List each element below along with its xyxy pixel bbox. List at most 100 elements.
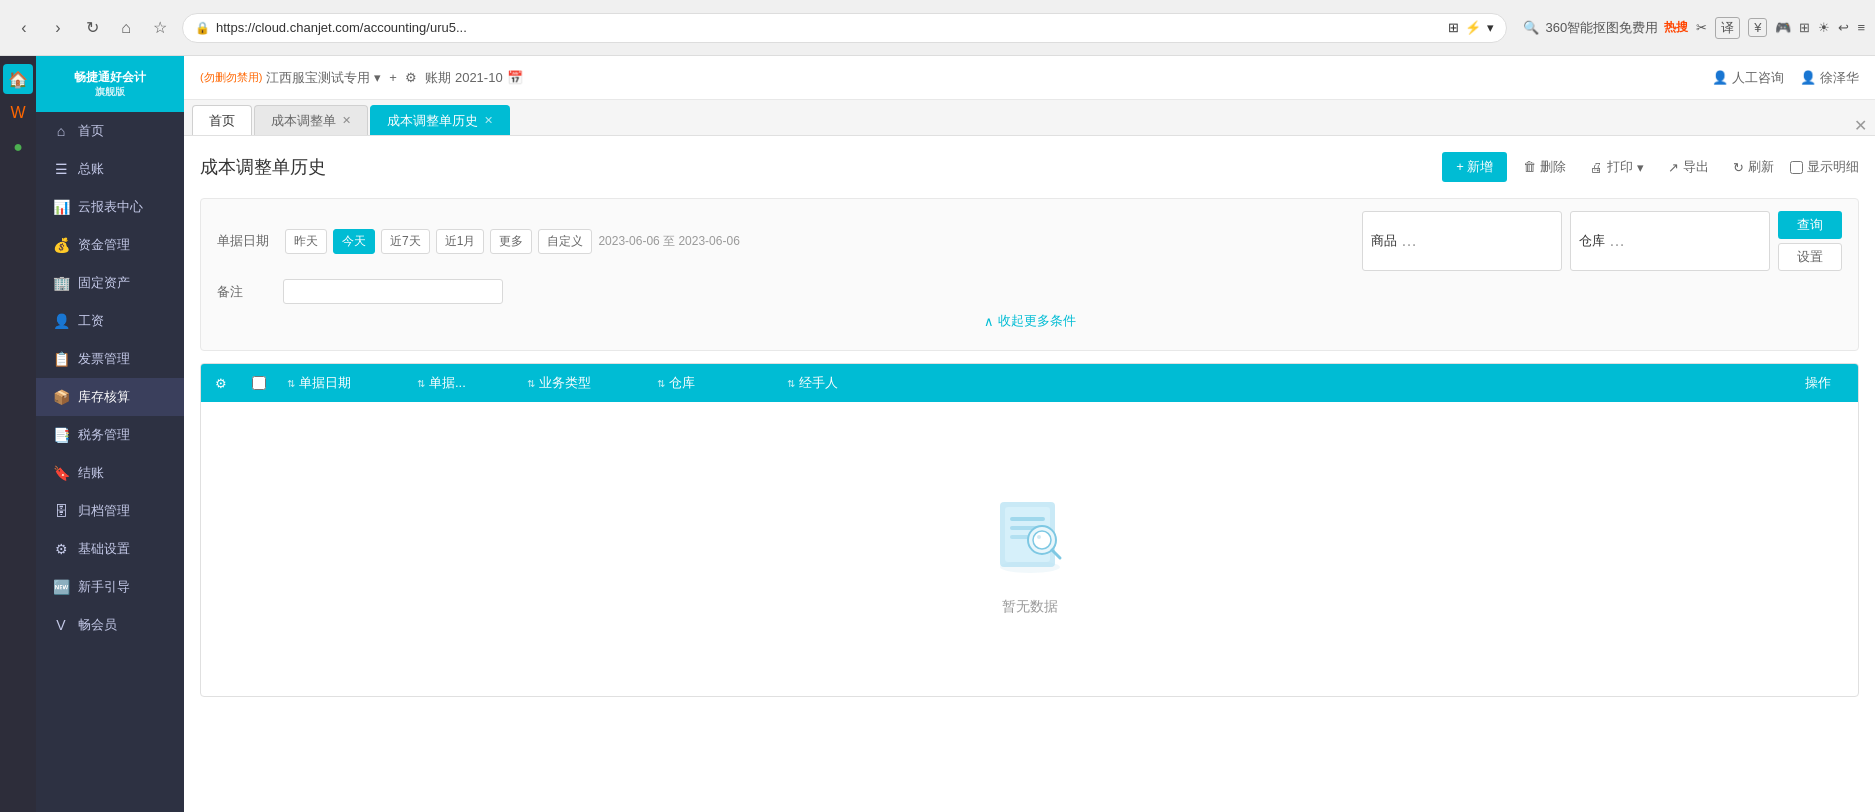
th-biz-type[interactable]: ⇅ 业务类型 bbox=[517, 364, 647, 402]
remark-label: 备注 bbox=[217, 283, 267, 301]
tab-close-all[interactable]: ✕ bbox=[1854, 116, 1867, 135]
sidebar-item-closing[interactable]: 🔖 结账 bbox=[36, 454, 184, 492]
display-toggle[interactable]: 显示明细 bbox=[1790, 158, 1859, 176]
display-toggle-checkbox[interactable] bbox=[1790, 161, 1803, 174]
cut-tool[interactable]: ✂ bbox=[1696, 20, 1707, 35]
browser-ext-icon[interactable]: ⊞ bbox=[1448, 20, 1459, 35]
sidebar-item-guide[interactable]: 🆕 新手引导 bbox=[36, 568, 184, 606]
sidebar-item-funds[interactable]: 💰 资金管理 bbox=[36, 226, 184, 264]
theme-tool[interactable]: ☀ bbox=[1818, 20, 1830, 35]
th-operator[interactable]: ⇅ 经手人 bbox=[777, 364, 907, 402]
date-btn-more[interactable]: 更多 bbox=[490, 229, 532, 254]
sidebar-item-tax[interactable]: 📑 税务管理 bbox=[36, 416, 184, 454]
date-btn-last7[interactable]: 近7天 bbox=[381, 229, 430, 254]
date-btn-today[interactable]: 今天 bbox=[333, 229, 375, 254]
tab-cost-adjust-close[interactable]: ✕ bbox=[342, 114, 351, 127]
undo-tool[interactable]: ↩ bbox=[1838, 20, 1849, 35]
empty-text: 暂无数据 bbox=[1002, 598, 1058, 616]
archive-icon: 🗄 bbox=[52, 503, 70, 519]
date-filter-label: 单据日期 bbox=[217, 232, 269, 250]
consult-btn[interactable]: 👤 人工咨询 bbox=[1712, 69, 1784, 87]
back-button[interactable]: ‹ bbox=[10, 14, 38, 42]
filter-action-btns: 商品 … 仓库 … 查询 设置 bbox=[1362, 211, 1842, 271]
tab-cost-adjust-history[interactable]: 成本调整单历史 ✕ bbox=[370, 105, 510, 135]
remark-input[interactable] bbox=[283, 279, 503, 304]
sort-icon-operator: ⇅ bbox=[787, 378, 795, 389]
th-biz-type-label: 业务类型 bbox=[539, 374, 591, 392]
sidebar-label-closing: 结账 bbox=[78, 464, 104, 482]
sidebar-item-fixed-assets[interactable]: 🏢 固定资产 bbox=[36, 264, 184, 302]
th-date-label: 单据日期 bbox=[299, 374, 351, 392]
tab-home[interactable]: 首页 bbox=[192, 105, 252, 135]
reports-icon: 📊 bbox=[52, 199, 70, 215]
sidebar-item-archive[interactable]: 🗄 归档管理 bbox=[36, 492, 184, 530]
sort-icon-date: ⇅ bbox=[287, 378, 295, 389]
sidebar-label-salary: 工资 bbox=[78, 312, 104, 330]
translate-tool[interactable]: 译 bbox=[1715, 17, 1740, 39]
product-filter[interactable]: 商品 … bbox=[1362, 211, 1562, 271]
date-btn-last-month[interactable]: 近1月 bbox=[436, 229, 485, 254]
tab-cost-adjust-history-label: 成本调整单历史 bbox=[387, 112, 478, 130]
sidebar-item-reports[interactable]: 📊 云报表中心 bbox=[36, 188, 184, 226]
query-button[interactable]: 查询 bbox=[1778, 211, 1842, 239]
tab-cost-adjust-history-close[interactable]: ✕ bbox=[484, 114, 493, 127]
grid-tool[interactable]: ⊞ bbox=[1799, 20, 1810, 35]
sidebar-logo[interactable]: 畅捷通好会计 旗舰版 bbox=[36, 56, 184, 112]
search-text: 360智能抠图免费用 bbox=[1545, 19, 1658, 37]
iconbar-green[interactable]: ● bbox=[3, 132, 33, 162]
sidebar-item-ledger[interactable]: ☰ 总账 bbox=[36, 150, 184, 188]
page-title: 成本调整单历史 bbox=[200, 155, 326, 179]
company-name: 江西服宝测试专用 bbox=[266, 69, 370, 87]
sidebar-item-settings[interactable]: ⚙ 基础设置 bbox=[36, 530, 184, 568]
game-tool[interactable]: 🎮 bbox=[1775, 20, 1791, 35]
warning-text: (勿删勿禁用) bbox=[200, 70, 262, 85]
date-filters: 昨天 今天 近7天 近1月 更多 自定义 2023-06-06 至 2023-0… bbox=[285, 229, 740, 254]
settings-button[interactable]: 设置 bbox=[1778, 243, 1842, 271]
table-header: ⚙ ⇅ 单据日期 ⇅ 单据... ⇅ 业务类型 bbox=[201, 364, 1858, 402]
tab-cost-adjust[interactable]: 成本调整单 ✕ bbox=[254, 105, 368, 135]
browser-search[interactable]: 🔍 360智能抠图免费用 热搜 bbox=[1523, 19, 1688, 37]
th-date[interactable]: ⇅ 单据日期 bbox=[277, 364, 407, 402]
sidebar-item-home[interactable]: ⌂ 首页 bbox=[36, 112, 184, 150]
sidebar-item-vip[interactable]: V 畅会员 bbox=[36, 606, 184, 644]
date-btn-yesterday[interactable]: 昨天 bbox=[285, 229, 327, 254]
select-all-checkbox[interactable] bbox=[252, 376, 266, 390]
company-selector[interactable]: (勿删勿禁用) 江西服宝测试专用 ▾ bbox=[200, 69, 381, 87]
sidebar-item-inventory[interactable]: 📦 库存核算 bbox=[36, 378, 184, 416]
refresh-button[interactable]: ↻ bbox=[78, 14, 106, 42]
warehouse-filter[interactable]: 仓库 … bbox=[1570, 211, 1770, 271]
new-button[interactable]: + 新增 bbox=[1442, 152, 1507, 182]
sidebar-item-salary[interactable]: 👤 工资 bbox=[36, 302, 184, 340]
settings-gear-icon[interactable]: ⚙ bbox=[405, 70, 417, 85]
date-btn-custom[interactable]: 自定义 bbox=[538, 229, 592, 254]
guide-icon: 🆕 bbox=[52, 579, 70, 595]
user-btn[interactable]: 👤 徐泽华 bbox=[1800, 69, 1859, 87]
menu-tool[interactable]: ≡ bbox=[1857, 20, 1865, 35]
th-settings[interactable]: ⚙ bbox=[201, 364, 241, 402]
browser-dropdown-icon[interactable]: ▾ bbox=[1487, 20, 1494, 35]
th-warehouse[interactable]: ⇅ 仓库 bbox=[647, 364, 777, 402]
th-docnum[interactable]: ⇅ 单据... bbox=[407, 364, 517, 402]
delete-button[interactable]: 🗑 删除 bbox=[1515, 154, 1574, 180]
period-selector[interactable]: 账期 2021-10 📅 bbox=[425, 69, 523, 87]
print-button[interactable]: 🖨 🖨 打印 打印 ▾ bbox=[1582, 154, 1652, 180]
home-button[interactable]: ⌂ bbox=[112, 14, 140, 42]
refresh-button[interactable]: ↻ 刷新 bbox=[1725, 154, 1782, 180]
iconbar-weibo[interactable]: W bbox=[3, 98, 33, 128]
product-more-dots: … bbox=[1401, 232, 1417, 250]
export-button[interactable]: ↗ 导出 bbox=[1660, 154, 1717, 180]
th-checkbox[interactable] bbox=[241, 364, 277, 402]
iconbar-active[interactable]: 🏠 bbox=[3, 64, 33, 94]
home-icon: ⌂ bbox=[52, 123, 70, 139]
forward-button[interactable]: › bbox=[44, 14, 72, 42]
warehouse-filter-label: 仓库 bbox=[1579, 232, 1605, 250]
currency-tool[interactable]: ¥ bbox=[1748, 18, 1767, 37]
address-bar[interactable]: 🔒 https://cloud.chanjet.com/accounting/u… bbox=[182, 13, 1507, 43]
collapse-button[interactable]: ∧ 收起更多条件 bbox=[984, 312, 1076, 330]
browser-ext2-icon[interactable]: ⚡ bbox=[1465, 20, 1481, 35]
add-company-btn[interactable]: + bbox=[389, 70, 397, 85]
sidebar-item-invoices[interactable]: 📋 发票管理 bbox=[36, 340, 184, 378]
sidebar: 畅捷通好会计 旗舰版 ⌂ 首页 ☰ 总账 📊 云报表中心 💰 资金管理 🏢 bbox=[36, 56, 184, 812]
bookmark-button[interactable]: ☆ bbox=[146, 14, 174, 42]
tax-icon: 📑 bbox=[52, 427, 70, 443]
